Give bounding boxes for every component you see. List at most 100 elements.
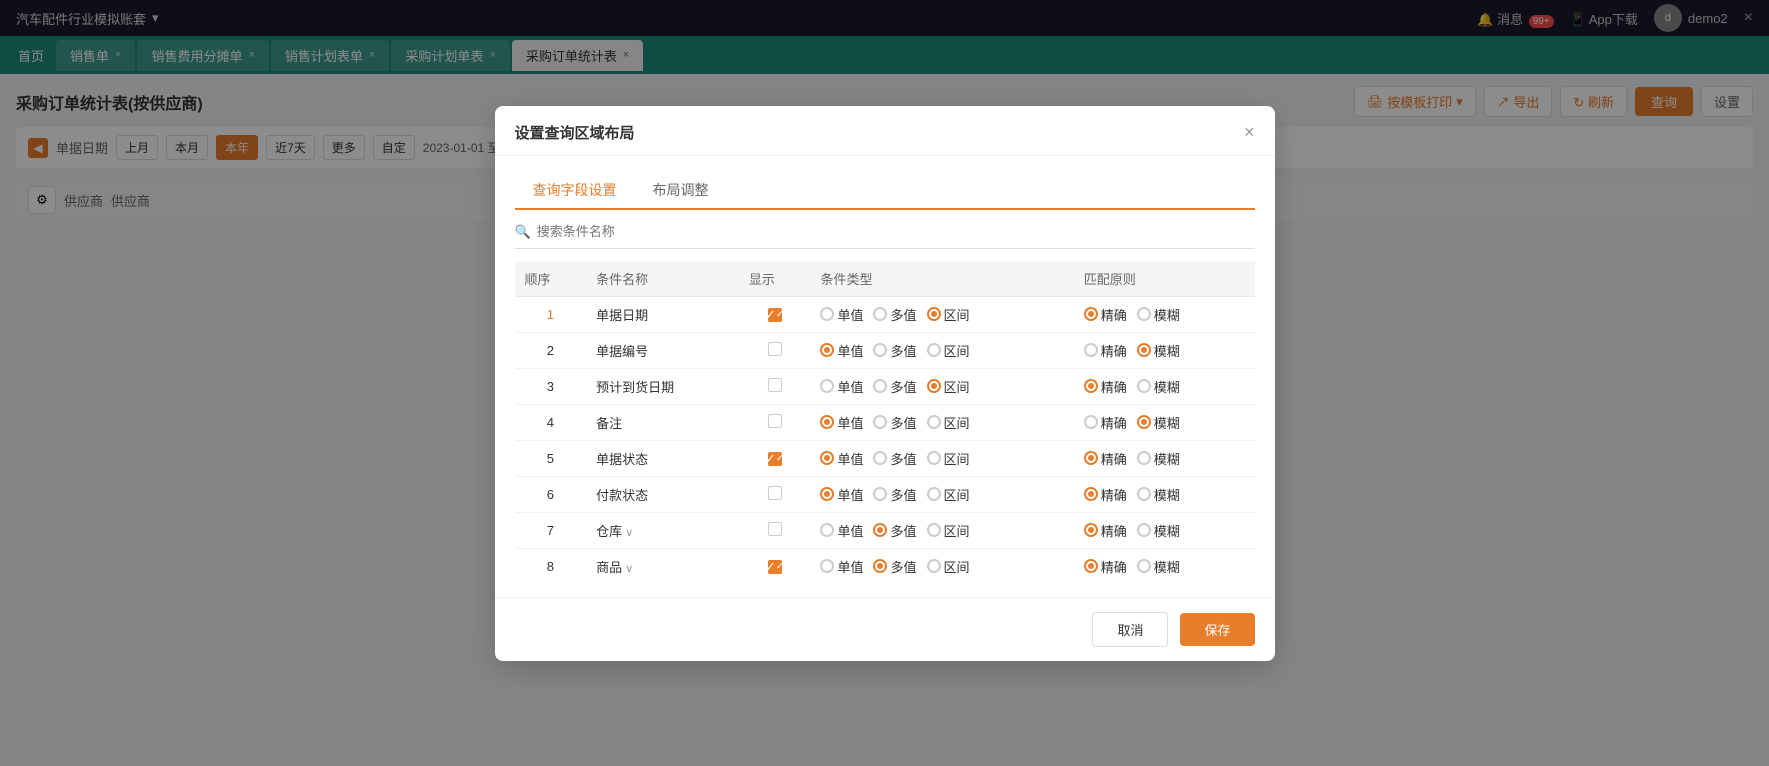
- cell-display[interactable]: ✓: [739, 296, 811, 332]
- cancel-button[interactable]: 取消: [1092, 612, 1168, 647]
- cell-match: 精确模糊: [1074, 476, 1255, 512]
- type-radio-multi[interactable]: 多值: [873, 305, 916, 324]
- match-radio-fuzzy[interactable]: 模糊: [1137, 521, 1180, 540]
- modal-search-input[interactable]: [537, 224, 737, 239]
- match-radio-fuzzy[interactable]: 模糊: [1137, 449, 1180, 468]
- type-radio-range[interactable]: 区间: [927, 521, 970, 540]
- match-radio-fuzzy[interactable]: 模糊: [1137, 341, 1180, 360]
- cell-type: 单值多值区间: [810, 476, 1073, 512]
- type-radio-single[interactable]: 单值: [820, 521, 863, 540]
- type-radio-single[interactable]: 单值: [820, 449, 863, 468]
- cell-display[interactable]: ✓: [739, 548, 811, 581]
- th-order: 顺序: [515, 261, 587, 297]
- match-radio-exact[interactable]: 精确: [1084, 341, 1127, 360]
- type-radio-range[interactable]: 区间: [927, 377, 970, 396]
- cell-type: 单值多值区间: [810, 296, 1073, 332]
- match-radio-exact[interactable]: 精确: [1084, 521, 1127, 540]
- type-radio-range[interactable]: 区间: [927, 485, 970, 504]
- th-name: 条件名称: [586, 261, 739, 297]
- cell-type: 单值多值区间: [810, 512, 1073, 548]
- cell-name: 单据日期: [586, 296, 739, 332]
- match-radio-exact[interactable]: 精确: [1084, 485, 1127, 504]
- cell-display[interactable]: [739, 476, 811, 512]
- cell-match: 精确模糊: [1074, 440, 1255, 476]
- cell-type: 单值多值区间: [810, 440, 1073, 476]
- th-display: 显示: [739, 261, 811, 297]
- type-radio-multi[interactable]: 多值: [873, 341, 916, 360]
- th-type: 条件类型: [810, 261, 1073, 297]
- tab-query-fields[interactable]: 查询字段设置: [515, 172, 635, 210]
- cell-type: 单值多值区间: [810, 368, 1073, 404]
- th-match: 匹配原则: [1074, 261, 1255, 297]
- type-radio-single[interactable]: 单值: [820, 377, 863, 396]
- match-radio-exact[interactable]: 精确: [1084, 305, 1127, 324]
- modal-dialog: 设置查询区域布局 × 查询字段设置 布局调整 🔍: [495, 106, 1275, 661]
- cell-type: 单值多值区间: [810, 404, 1073, 440]
- modal-body: 查询字段设置 布局调整 🔍 顺序 条件名称 显示: [495, 156, 1275, 597]
- cell-display[interactable]: [739, 404, 811, 440]
- match-radio-exact[interactable]: 精确: [1084, 377, 1127, 396]
- type-radio-single[interactable]: 单值: [820, 305, 863, 324]
- match-radio-fuzzy[interactable]: 模糊: [1137, 305, 1180, 324]
- save-button[interactable]: 保存: [1180, 613, 1254, 646]
- tab-query-fields-label: 查询字段设置: [533, 182, 617, 198]
- match-radio-fuzzy[interactable]: 模糊: [1137, 377, 1180, 396]
- modal-header: 设置查询区域布局 ×: [495, 106, 1275, 156]
- cell-name: 备注: [586, 404, 739, 440]
- match-radio-fuzzy[interactable]: 模糊: [1137, 413, 1180, 432]
- cell-name: 付款状态: [586, 476, 739, 512]
- match-radio-exact[interactable]: 精确: [1084, 557, 1127, 576]
- cell-display[interactable]: [739, 332, 811, 368]
- match-radio-fuzzy[interactable]: 模糊: [1137, 557, 1180, 576]
- modal-table-wrapper: 顺序 条件名称 显示 条件类型 匹配原则 1单据日期✓单值多值区间精确模糊2单据…: [515, 261, 1255, 581]
- table-row: 5单据状态✓单值多值区间精确模糊: [515, 440, 1255, 476]
- cell-match: 精确模糊: [1074, 512, 1255, 548]
- type-radio-range[interactable]: 区间: [927, 449, 970, 468]
- cell-display[interactable]: [739, 512, 811, 548]
- display-checkbox[interactable]: [768, 414, 782, 428]
- cell-name: 仓库 ∨: [586, 512, 739, 548]
- type-radio-multi[interactable]: 多值: [873, 377, 916, 396]
- match-radio-fuzzy[interactable]: 模糊: [1137, 485, 1180, 504]
- cell-match: 精确模糊: [1074, 332, 1255, 368]
- cell-display[interactable]: [739, 368, 811, 404]
- cell-display[interactable]: ✓: [739, 440, 811, 476]
- cell-order: 3: [515, 368, 587, 404]
- type-radio-multi[interactable]: 多值: [873, 557, 916, 576]
- type-radio-multi[interactable]: 多值: [873, 485, 916, 504]
- type-radio-single[interactable]: 单值: [820, 341, 863, 360]
- table-row: 3预计到货日期单值多值区间精确模糊: [515, 368, 1255, 404]
- display-checkbox[interactable]: [768, 342, 782, 356]
- modal-search-area: 🔍: [515, 224, 1255, 249]
- cell-match: 精确模糊: [1074, 404, 1255, 440]
- match-radio-exact[interactable]: 精确: [1084, 413, 1127, 432]
- cell-match: 精确模糊: [1074, 368, 1255, 404]
- type-radio-range[interactable]: 区间: [927, 305, 970, 324]
- type-radio-range[interactable]: 区间: [927, 341, 970, 360]
- type-radio-range[interactable]: 区间: [927, 413, 970, 432]
- display-checkbox[interactable]: [768, 486, 782, 500]
- type-radio-single[interactable]: 单值: [820, 413, 863, 432]
- modal-table: 顺序 条件名称 显示 条件类型 匹配原则 1单据日期✓单值多值区间精确模糊2单据…: [515, 261, 1255, 581]
- table-row: 1单据日期✓单值多值区间精确模糊: [515, 296, 1255, 332]
- cell-type: 单值多值区间: [810, 548, 1073, 581]
- display-checkbox[interactable]: ✓: [768, 452, 782, 466]
- modal-footer: 取消 保存: [495, 597, 1275, 661]
- type-radio-single[interactable]: 单值: [820, 485, 863, 504]
- tab-layout[interactable]: 布局调整: [635, 172, 727, 210]
- type-radio-multi[interactable]: 多值: [873, 449, 916, 468]
- type-radio-multi[interactable]: 多值: [873, 413, 916, 432]
- display-checkbox[interactable]: [768, 378, 782, 392]
- table-row: 2单据编号单值多值区间精确模糊: [515, 332, 1255, 368]
- modal-close-button[interactable]: ×: [1244, 123, 1255, 141]
- display-checkbox[interactable]: ✓: [768, 308, 782, 322]
- display-checkbox[interactable]: ✓: [768, 560, 782, 574]
- modal-overlay[interactable]: 设置查询区域布局 × 查询字段设置 布局调整 🔍: [0, 0, 1769, 766]
- display-checkbox[interactable]: [768, 522, 782, 536]
- type-radio-range[interactable]: 区间: [927, 557, 970, 576]
- match-radio-exact[interactable]: 精确: [1084, 449, 1127, 468]
- type-radio-multi[interactable]: 多值: [873, 521, 916, 540]
- type-radio-single[interactable]: 单值: [820, 557, 863, 576]
- cell-order: 5: [515, 440, 587, 476]
- cell-name: 单据状态: [586, 440, 739, 476]
